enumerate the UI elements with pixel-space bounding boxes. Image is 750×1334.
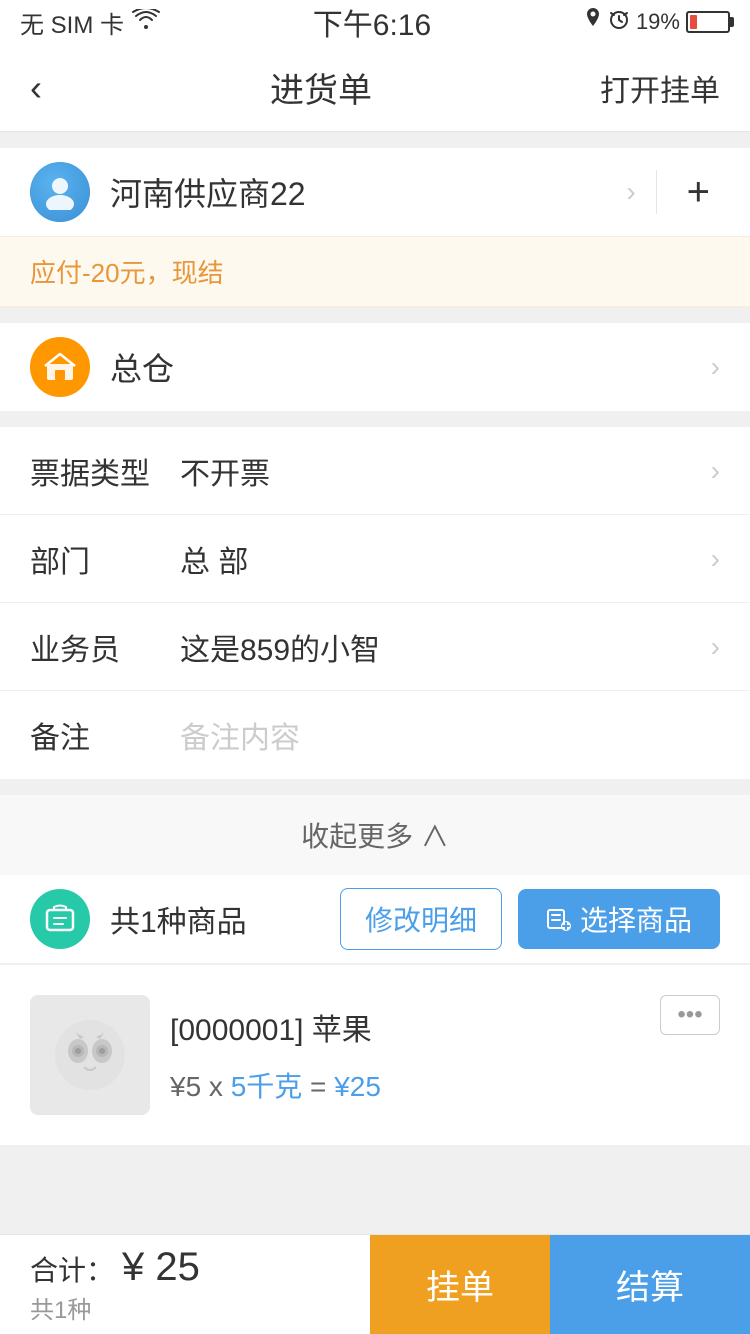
product-price: ¥5 x 5千克 = ¥25 [170, 1065, 640, 1105]
status-right: 19% [584, 8, 730, 36]
status-bar: 无 SIM 卡 下午6:16 19% [0, 0, 750, 44]
unit-price: ¥5 x [170, 1071, 231, 1102]
total-section: 合计： ¥ 25 共1种 [0, 1245, 370, 1325]
warehouse-name: 总仓 [110, 344, 711, 390]
info-banner: 应付-20元，现结 [0, 236, 750, 307]
total-label: 合计： [30, 1249, 114, 1289]
back-button[interactable]: ‹ [30, 67, 42, 109]
subtotal: ¥25 [334, 1071, 381, 1102]
note-row[interactable]: 备注 备注内容 [0, 691, 750, 779]
product-header: 共1种商品 修改明细 选择商品 [0, 875, 750, 963]
alarm-icon [608, 8, 630, 36]
product-info: [0000001] 苹果 ¥5 x 5千克 = ¥25 [170, 1005, 640, 1105]
nav-bar: ‹ 进货单 打开挂单 [0, 44, 750, 132]
status-left: 无 SIM 卡 [20, 5, 160, 40]
checkout-button[interactable]: 结算 [550, 1235, 750, 1334]
dept-label: 部门 [30, 537, 170, 581]
location-icon [584, 8, 602, 36]
total-amount: ¥ 25 [122, 1245, 200, 1290]
status-time: 下午6:16 [313, 0, 431, 44]
staff-chevron-icon: › [711, 631, 720, 663]
select-label: 选择商品 [580, 899, 692, 939]
supplier-row[interactable]: 河南供应商22 › + [0, 148, 750, 236]
invoice-row[interactable]: 票据类型 不开票 › [0, 427, 750, 515]
product-item: [0000001] 苹果 ¥5 x 5千克 = ¥25 ••• [0, 965, 750, 1145]
warehouse-section[interactable]: 总仓 › [0, 323, 750, 411]
battery-icon [686, 11, 730, 33]
select-product-button[interactable]: 选择商品 [518, 889, 720, 949]
collapse-button[interactable]: 收起更多 ∧ [0, 795, 750, 875]
wifi-icon [132, 8, 160, 36]
product-thumbnail [30, 995, 150, 1115]
product-count: 共1种商品 [110, 897, 340, 941]
warehouse-chevron-icon: › [711, 351, 720, 383]
supplier-chevron-icon: › [626, 176, 635, 208]
product-icon [30, 889, 90, 949]
dept-row[interactable]: 部门 总 部 › [0, 515, 750, 603]
invoice-label: 票据类型 [30, 449, 170, 493]
add-button[interactable]: + [677, 170, 720, 215]
collapse-label: 收起更多 ∧ [301, 815, 449, 855]
dept-value: 总 部 [180, 537, 711, 581]
note-label: 备注 [30, 713, 170, 757]
equals: = [302, 1071, 334, 1102]
select-icon [546, 906, 572, 932]
supplier-avatar [30, 162, 90, 222]
modify-detail-button[interactable]: 修改明细 [340, 888, 502, 950]
hang-button[interactable]: 挂单 [370, 1235, 550, 1334]
supplier-name: 河南供应商22 [110, 169, 626, 215]
supplier-section: 河南供应商22 › + 应付-20元，现结 [0, 148, 750, 307]
battery-text: 19% [636, 9, 680, 35]
product-name: [0000001] 苹果 [170, 1005, 640, 1049]
form-section: 票据类型 不开票 › 部门 总 部 › 业务员 这是859的小智 › 备注 备注… [0, 427, 750, 779]
dept-chevron-icon: › [711, 543, 720, 575]
total-row: 合计： ¥ 25 [30, 1245, 340, 1290]
more-button[interactable]: ••• [660, 995, 720, 1035]
bottom-bar: 合计： ¥ 25 共1种 挂单 结算 [0, 1234, 750, 1334]
open-hang-button[interactable]: 打开挂单 [600, 66, 720, 110]
staff-label: 业务员 [30, 625, 170, 669]
invoice-chevron-icon: › [711, 455, 720, 487]
carrier-text: 无 SIM 卡 [20, 5, 124, 40]
staff-row[interactable]: 业务员 这是859的小智 › [0, 603, 750, 691]
warehouse-icon [30, 337, 90, 397]
staff-value: 这是859的小智 [180, 625, 711, 669]
product-image [50, 1015, 130, 1095]
note-input[interactable]: 备注内容 [180, 713, 720, 757]
divider-1 [0, 132, 750, 148]
product-code: [0000001] [170, 1014, 312, 1047]
total-sub: 共1种 [30, 1290, 340, 1325]
invoice-value: 不开票 [180, 449, 711, 493]
product-title: 苹果 [312, 1014, 372, 1047]
page-title: 进货单 [270, 63, 372, 112]
divider [656, 170, 657, 214]
quantity: 5千克 [231, 1071, 303, 1102]
